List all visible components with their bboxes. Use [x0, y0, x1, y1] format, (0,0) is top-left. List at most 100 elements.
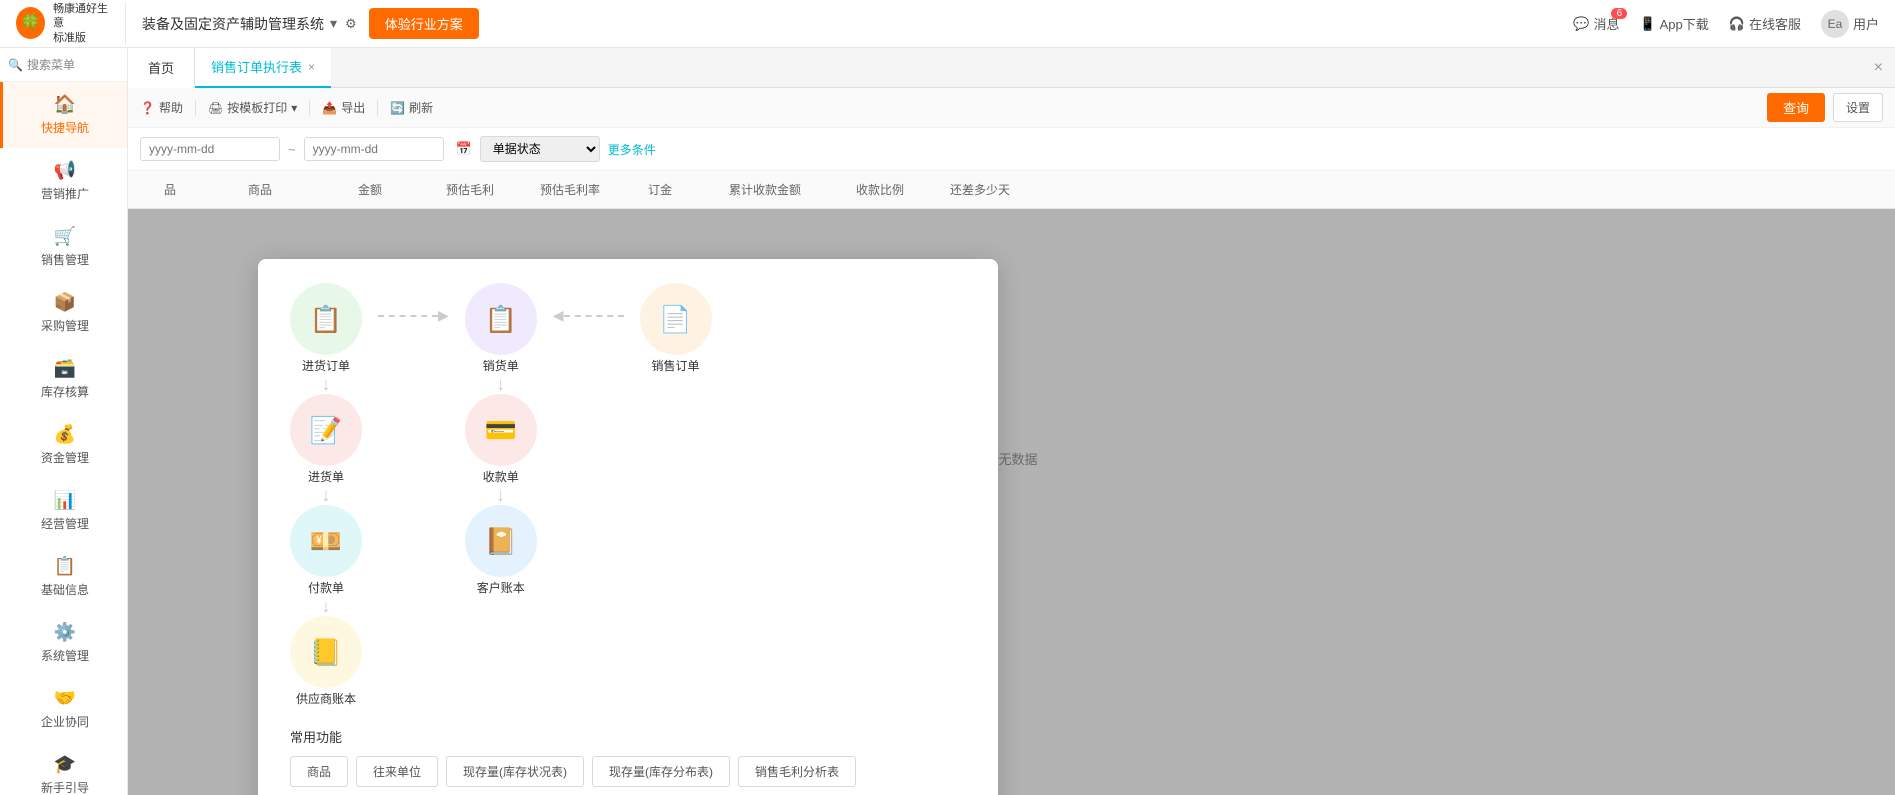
toolbar-divider-1 [195, 100, 196, 116]
flow-left-col: 📋 进货订单 ↓ 📝 进货单 ↓ [290, 283, 362, 707]
flow-item-purchase-order[interactable]: 📋 进货订单 [290, 283, 362, 374]
system-icon: ⚙️ [54, 622, 76, 643]
sales-bill-label: 销货单 [483, 357, 519, 374]
sidebar-item-basic-info[interactable]: 📋 基础信息 [0, 544, 127, 610]
page-toolbar: ❓ 帮助 🖨 按模板打印 ▾ 📤 导出 🔄 刷新 [128, 88, 1895, 128]
system-dropdown-icon[interactable]: ▾ [330, 15, 337, 32]
refresh-icon: 🔄 [390, 101, 405, 115]
arrow-down-1: ↓ [322, 374, 331, 394]
func-btn-sales-profit[interactable]: 销售毛利分析表 [738, 756, 856, 787]
gear-icon[interactable]: ⚙ [345, 16, 357, 32]
toolbar-divider-2 [309, 100, 310, 116]
settings-button[interactable]: 设置 [1833, 93, 1883, 122]
receipt-circle: 💳 [465, 394, 537, 466]
user-menu[interactable]: Ea 用户 [1821, 10, 1879, 38]
date-separator: ~ [288, 142, 296, 157]
sidebar-item-finance[interactable]: 💰 资金管理 [0, 412, 127, 478]
sidebar-item-inventory[interactable]: 🗃️ 库存核算 [0, 346, 127, 412]
download-icon: 📱 [1639, 16, 1655, 32]
refresh-button[interactable]: 🔄 刷新 [390, 99, 433, 116]
flow-right-col: 📋 销货单 ↓ 💳 收款单 ↓ [465, 283, 537, 596]
tab-bar: 首页 销售订单执行表 × × [128, 48, 1895, 88]
col-deposit: 订金 [620, 171, 700, 208]
finance-icon: 💰 [54, 424, 76, 445]
purchase-bill-circle: 📝 [290, 394, 362, 466]
h-connector-2: ◀ [553, 307, 624, 324]
arrow-left-1: ◀ [553, 307, 564, 324]
app-download-button[interactable]: 📱 App下载 [1639, 14, 1708, 33]
content-area: 首页 销售订单执行表 × × ❓ 帮助 🖨 按模板打印 ▾ [128, 48, 1895, 795]
service-icon: 🎧 [1729, 16, 1745, 32]
toolbar-divider-3 [377, 100, 378, 116]
flow-item-receipt[interactable]: 💳 收款单 [465, 394, 537, 485]
sidebar-item-system[interactable]: ⚙️ 系统管理 [0, 610, 127, 676]
system-title: 装备及固定资产辅助管理系统 ▾ [142, 14, 337, 34]
h-connector-area-2: ◀ [537, 307, 640, 599]
calendar-icon[interactable]: 📅 [456, 141, 472, 157]
order-status-select[interactable]: 单据状态 [480, 136, 600, 162]
query-area: 查询 设置 [1767, 93, 1883, 122]
sidebar-item-guide[interactable]: 🎓 新手引导 [0, 742, 127, 795]
flow-item-customer-ledger[interactable]: 📔 客户账本 [465, 505, 537, 596]
flow-sales-order-col: 📄 销售订单 [640, 283, 712, 374]
sidebar-item-purchase[interactable]: 📦 采购管理 [0, 280, 127, 346]
tab-sales-order[interactable]: 销售订单执行表 × [195, 48, 331, 88]
common-functions: 常用功能 商品 往来单位 现存量(库存状况表) 现存量(库存分布表) 销售毛利分… [290, 727, 966, 795]
arrow-down-4: ↓ [496, 374, 505, 394]
func-btn-product[interactable]: 商品 [290, 756, 348, 787]
receipt-label: 收款单 [483, 468, 519, 485]
flow-item-sales-bill[interactable]: 📋 销货单 [465, 283, 537, 374]
tab-close-all-button[interactable]: × [1874, 59, 1883, 77]
query-button[interactable]: 查询 [1767, 93, 1825, 122]
sales-icon: 🛒 [54, 226, 76, 247]
export-icon: 📤 [322, 101, 337, 115]
flow-item-supplier-ledger[interactable]: 📒 供应商账本 [290, 616, 362, 707]
date-end-input[interactable] [304, 137, 444, 161]
flow-item-payment[interactable]: 💴 付款单 [290, 505, 362, 596]
operation-icon: 📊 [54, 490, 76, 511]
logo-area: 🍀 畅康通好生意 标准版 [16, 2, 126, 45]
search-icon: 🔍 [8, 58, 23, 72]
flow-item-sales-order[interactable]: 📄 销售订单 [640, 283, 712, 374]
func-buttons: 商品 往来单位 现存量(库存状况表) 现存量(库存分布表) 销售毛利分析表 商品… [290, 756, 966, 795]
online-service-button[interactable]: 🎧 在线客服 [1729, 14, 1801, 33]
more-conditions-link[interactable]: 更多条件 [608, 141, 656, 158]
col-days-remaining: 还差多少天 [930, 171, 1030, 208]
sidebar-item-quick-nav[interactable]: 🏠 快捷导航 [0, 82, 127, 148]
print-button[interactable]: 🖨 按模板打印 ▾ [208, 99, 297, 116]
date-start-input[interactable] [140, 137, 280, 161]
arrow-down-3: ↓ [322, 596, 331, 616]
tab-home[interactable]: 首页 [128, 48, 195, 88]
sidebar-item-marketing[interactable]: 📢 营销推广 [0, 148, 127, 214]
sidebar-item-enterprise[interactable]: 🤝 企业协同 [0, 676, 127, 742]
arrow-down-2: ↓ [322, 485, 331, 505]
filter-row: ~ 📅 单据状态 更多条件 [128, 128, 1895, 171]
sales-order-circle: 📄 [640, 283, 712, 355]
flow-item-purchase-bill[interactable]: 📝 进货单 [290, 394, 362, 485]
message-icon: 💬 [1573, 16, 1589, 32]
sidebar: 🔍 搜索菜单 🏠 快捷导航 📢 营销推广 🛒 销售管理 📦 采购管理 [0, 48, 128, 795]
sales-order-label: 销售订单 [652, 357, 700, 374]
print-icon: 🖨 [208, 101, 223, 115]
message-button[interactable]: 💬 消息 6 [1573, 14, 1619, 33]
avatar: Ea [1821, 10, 1849, 38]
func-btn-stock-dist[interactable]: 现存量(库存分布表) [592, 756, 730, 787]
dashed-line-2 [564, 315, 624, 317]
help-button[interactable]: ❓ 帮助 [140, 99, 183, 116]
enterprise-icon: 🤝 [54, 688, 76, 709]
func-btn-stock-status[interactable]: 现存量(库存状况表) [446, 756, 584, 787]
basic-info-icon: 📋 [54, 556, 76, 577]
tab-close-icon[interactable]: × [308, 60, 315, 74]
help-icon: ❓ [140, 101, 155, 115]
sidebar-search[interactable]: 🔍 搜索菜单 [0, 48, 127, 82]
sidebar-item-sales[interactable]: 🛒 销售管理 [0, 214, 127, 280]
print-dropdown-icon: ▾ [291, 101, 297, 115]
func-btn-partner[interactable]: 往来单位 [356, 756, 438, 787]
try-button[interactable]: 体验行业方案 [369, 8, 479, 39]
logo-text: 畅康通好生意 标准版 [53, 2, 113, 45]
purchase-order-label: 进货订单 [302, 357, 350, 374]
export-button[interactable]: 📤 导出 [322, 99, 365, 116]
supplier-ledger-label: 供应商账本 [296, 690, 356, 707]
table-header: 品 商品 金额 预估毛利 预估毛利率 订金 累计收款金额 收款比例 还差多少天 [128, 171, 1895, 209]
sidebar-item-operation[interactable]: 📊 经营管理 [0, 478, 127, 544]
